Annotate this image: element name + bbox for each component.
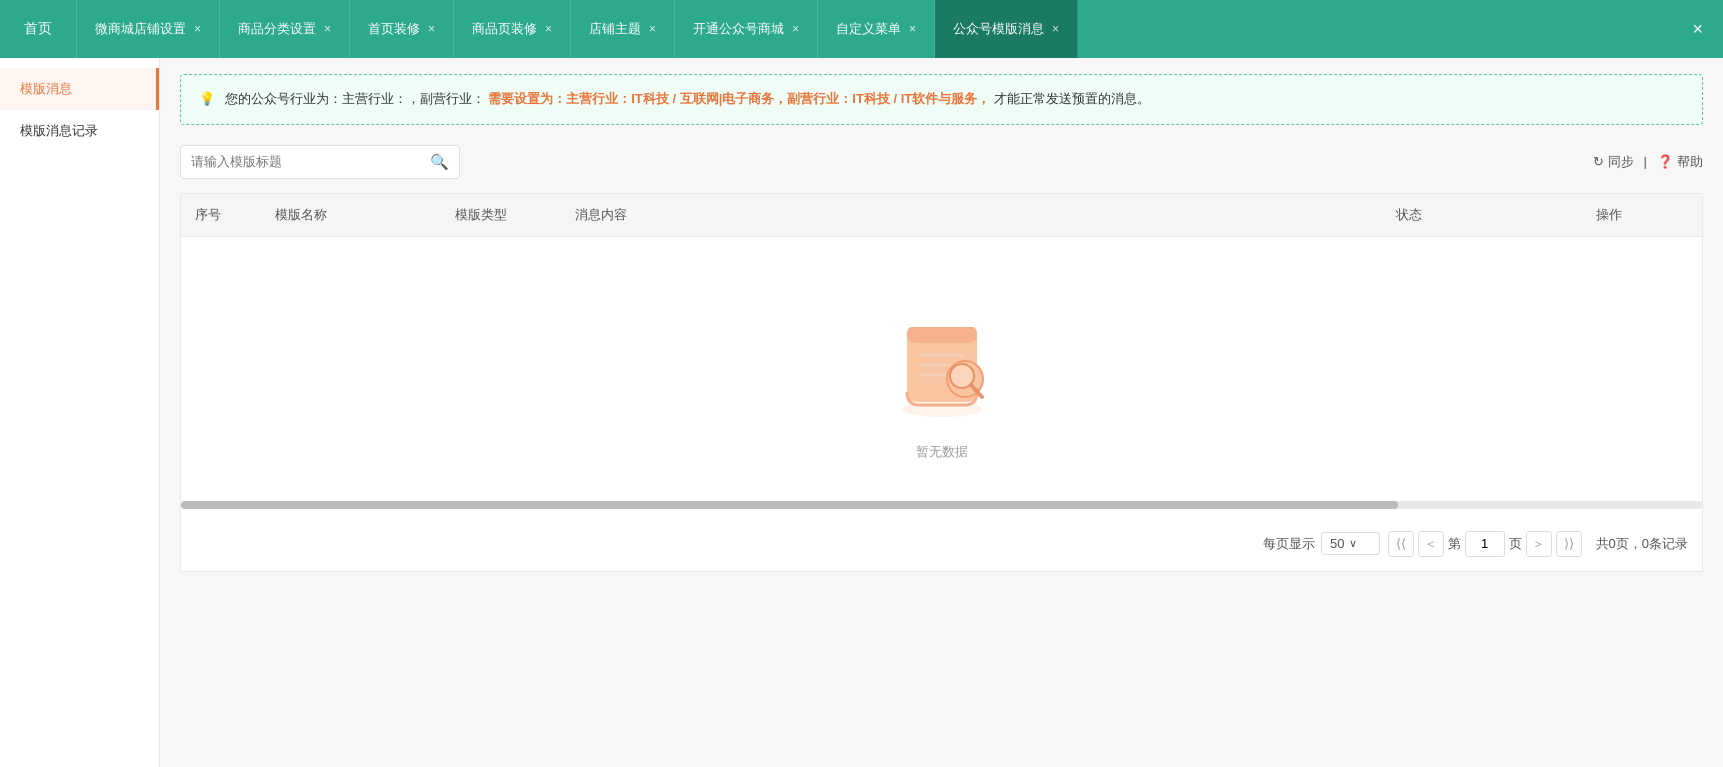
empty-state: 暂无数据 xyxy=(181,237,1702,501)
col-template-type: 模版类型 xyxy=(441,194,561,236)
col-index: 序号 xyxy=(181,194,261,236)
table-header: 序号 模版名称 模版类型 消息内容 状态 操作 xyxy=(181,194,1702,237)
data-table: 序号 模版名称 模版类型 消息内容 状态 操作 xyxy=(180,193,1703,572)
close-icon[interactable]: × xyxy=(1052,22,1059,36)
close-icon[interactable]: × xyxy=(649,22,656,36)
close-icon[interactable]: × xyxy=(428,22,435,36)
alert-box: 💡 您的公众号行业为：主营行业：，副营行业： 需要设置为：主营行业：IT科技 /… xyxy=(180,74,1703,125)
sidebar-item-template-message-log[interactable]: 模版消息记录 xyxy=(0,110,159,152)
col-template-name: 模版名称 xyxy=(261,194,441,236)
tab-custom-menu[interactable]: 自定义菜单 × xyxy=(818,0,935,58)
empty-text: 暂无数据 xyxy=(916,443,968,461)
bulb-icon: 💡 xyxy=(199,91,215,106)
last-page-button[interactable]: ⟩⟩ xyxy=(1556,531,1582,557)
sync-button[interactable]: ↻ 同步 xyxy=(1593,153,1634,171)
sidebar-item-template-message[interactable]: 模版消息 xyxy=(0,68,159,110)
col-action: 操作 xyxy=(1582,194,1702,236)
page-input[interactable] xyxy=(1465,531,1505,557)
tab-template-message[interactable]: 公众号模版消息 × xyxy=(935,0,1078,58)
page-after-label: 页 xyxy=(1509,535,1522,553)
tab-home[interactable]: 首页 xyxy=(0,0,77,58)
close-all-button[interactable]: × xyxy=(1672,19,1723,40)
empty-illustration xyxy=(877,297,1007,427)
first-page-button[interactable]: ⟨⟨ xyxy=(1388,531,1414,557)
tab-open-mall[interactable]: 开通公众号商城 × xyxy=(675,0,818,58)
sidebar: 模版消息 模版消息记录 xyxy=(0,58,160,767)
close-icon[interactable]: × xyxy=(792,22,799,36)
tab-category-settings[interactable]: 商品分类设置 × xyxy=(220,0,350,58)
total-records: 共0页，0条记录 xyxy=(1596,535,1688,553)
page-size-select: 每页显示 50 ∨ xyxy=(1263,532,1379,555)
next-page-button[interactable]: ＞ xyxy=(1526,531,1552,557)
prev-page-button[interactable]: ＜ xyxy=(1418,531,1444,557)
search-input-wrap[interactable]: 🔍 xyxy=(180,145,460,179)
close-icon[interactable]: × xyxy=(324,22,331,36)
horizontal-scrollbar[interactable] xyxy=(181,501,1702,509)
toolbar-right: ↻ 同步 | ❓ 帮助 xyxy=(1593,153,1703,171)
help-icon: ❓ xyxy=(1657,154,1673,169)
main-layout: 模版消息 模版消息记录 💡 您的公众号行业为：主营行业：，副营行业： 需要设置为… xyxy=(0,58,1723,767)
tab-product-decor[interactable]: 商品页装修 × xyxy=(454,0,571,58)
refresh-icon: ↻ xyxy=(1593,154,1604,169)
col-status: 状态 xyxy=(1382,194,1582,236)
help-button[interactable]: ❓ 帮助 xyxy=(1657,153,1703,171)
top-navigation: 首页 微商城店铺设置 × 商品分类设置 × 首页装修 × 商品页装修 × 店铺主… xyxy=(0,0,1723,58)
page-navigation: ⟨⟨ ＜ 第 页 ＞ ⟩⟩ 共0页，0条记录 xyxy=(1388,531,1688,557)
chevron-down-icon: ∨ xyxy=(1349,537,1357,550)
close-icon[interactable]: × xyxy=(909,22,916,36)
search-input[interactable] xyxy=(191,154,424,169)
page-size-label: 每页显示 xyxy=(1263,535,1315,553)
close-icon[interactable]: × xyxy=(194,22,201,36)
scrollbar-thumb[interactable] xyxy=(181,501,1398,509)
page-size-dropdown[interactable]: 50 ∨ xyxy=(1321,532,1379,555)
pagination: 每页显示 50 ∨ ⟨⟨ ＜ 第 页 ＞ ⟩⟩ 共0页，0条记录 xyxy=(181,521,1702,571)
close-icon[interactable]: × xyxy=(545,22,552,36)
tab-store-theme[interactable]: 店铺主题 × xyxy=(571,0,675,58)
search-bar: 🔍 ↻ 同步 | ❓ 帮助 xyxy=(180,145,1703,179)
tab-store-settings[interactable]: 微商城店铺设置 × xyxy=(77,0,220,58)
separator: | xyxy=(1644,154,1647,169)
search-icon[interactable]: 🔍 xyxy=(430,153,449,171)
col-message-content: 消息内容 xyxy=(561,194,1382,236)
page-before-label: 第 xyxy=(1448,535,1461,553)
content-area: 💡 您的公众号行业为：主营行业：，副营行业： 需要设置为：主营行业：IT科技 /… xyxy=(160,58,1723,767)
tab-home-decor[interactable]: 首页装修 × xyxy=(350,0,454,58)
